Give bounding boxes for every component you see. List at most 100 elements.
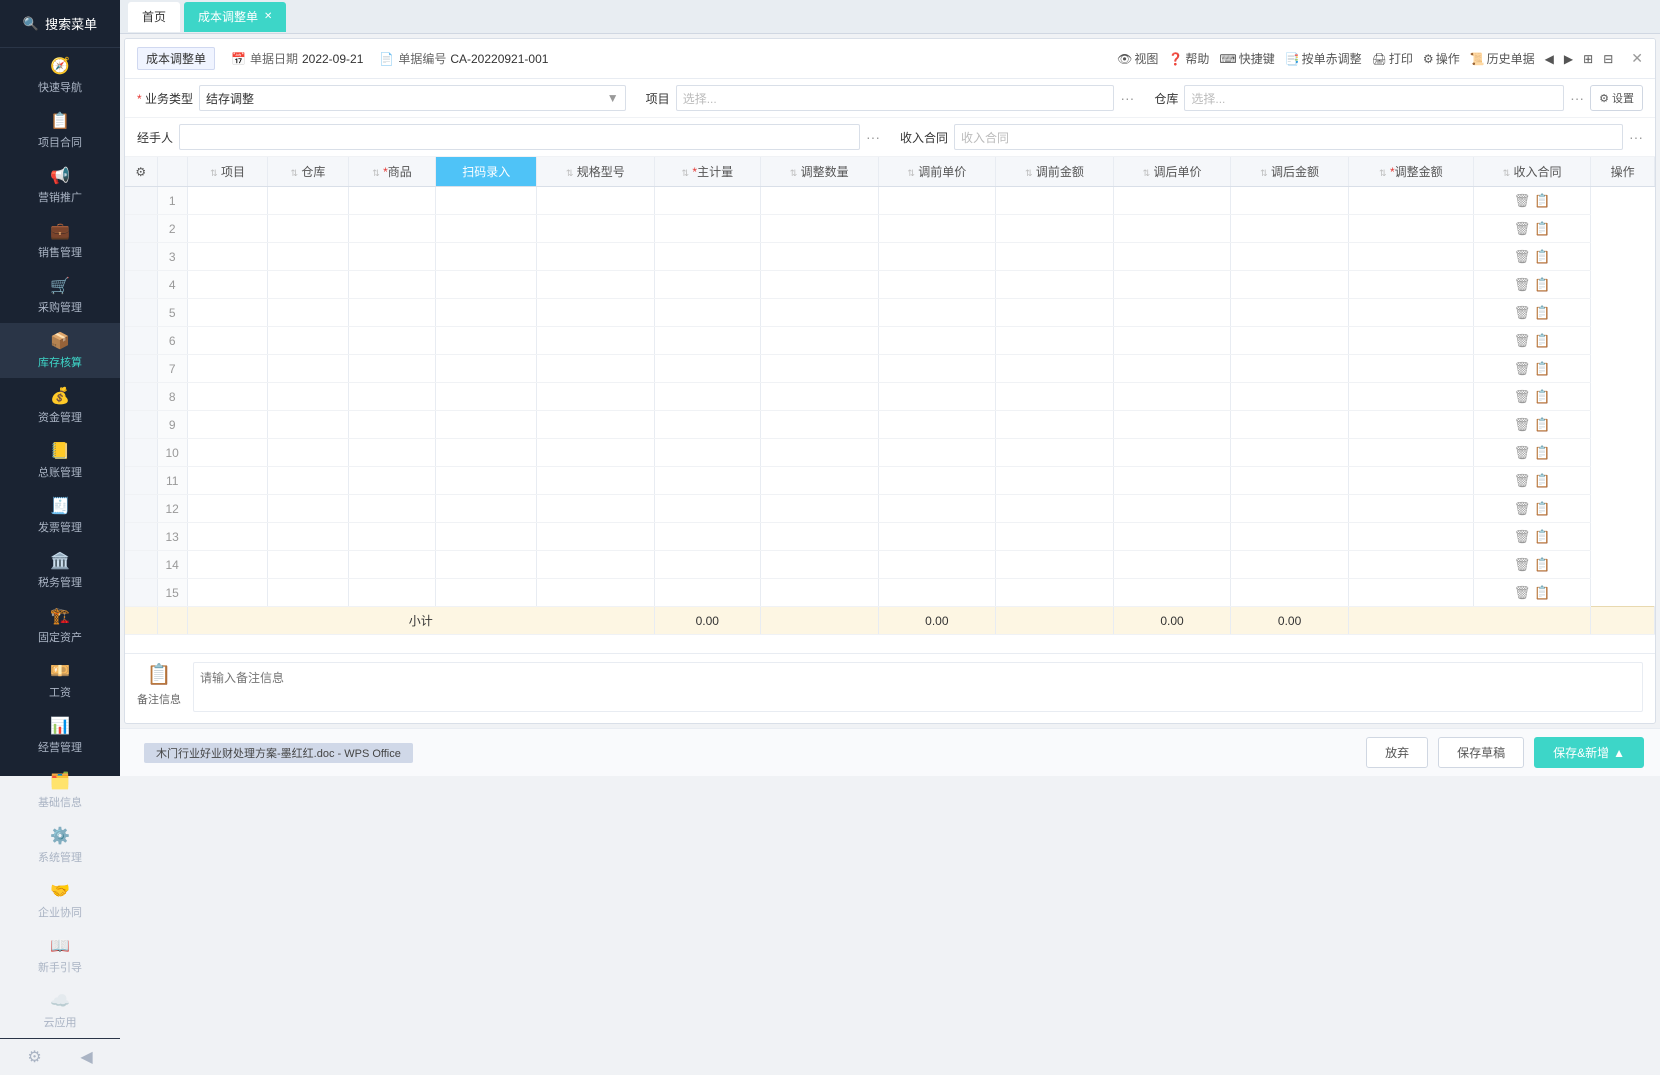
- sidebar-item-ledger[interactable]: 📒 总账管理: [0, 433, 120, 488]
- sidebar-item-ops[interactable]: 📊 经营管理: [0, 708, 120, 763]
- table-cell[interactable]: [1113, 467, 1231, 495]
- table-cell[interactable]: [1348, 439, 1473, 467]
- delete-icon[interactable]: 🗑: [1514, 221, 1531, 237]
- table-cell[interactable]: [537, 355, 655, 383]
- action-history[interactable]: 📜 历史单据: [1470, 50, 1535, 67]
- table-cell[interactable]: [1231, 411, 1349, 439]
- table-cell[interactable]: [760, 187, 878, 215]
- table-cell[interactable]: [760, 299, 878, 327]
- table-cell[interactable]: [760, 355, 878, 383]
- table-cell[interactable]: [878, 467, 996, 495]
- copy-icon[interactable]: 📋: [1534, 249, 1550, 265]
- notes-input[interactable]: [193, 662, 1643, 712]
- income-contract-dots[interactable]: ···: [1629, 129, 1643, 145]
- sidebar-item-asset[interactable]: 🏗️ 固定资产: [0, 598, 120, 653]
- table-cell[interactable]: [654, 411, 760, 439]
- table-cell[interactable]: [268, 327, 348, 355]
- table-cell[interactable]: [348, 299, 436, 327]
- table-cell[interactable]: [537, 327, 655, 355]
- table-cell[interactable]: [436, 271, 537, 299]
- table-cell[interactable]: [1231, 551, 1349, 579]
- table-cell[interactable]: [654, 439, 760, 467]
- table-cell[interactable]: [436, 467, 537, 495]
- table-cell[interactable]: [187, 523, 267, 551]
- table-cell[interactable]: [878, 327, 996, 355]
- table-cell[interactable]: [268, 495, 348, 523]
- table-cell[interactable]: [348, 523, 436, 551]
- delete-icon[interactable]: 🗑: [1514, 445, 1531, 461]
- table-cell[interactable]: [348, 383, 436, 411]
- table-cell[interactable]: [1231, 271, 1349, 299]
- table-cell[interactable]: [436, 215, 537, 243]
- table-cell[interactable]: [996, 411, 1114, 439]
- table-cell[interactable]: [1231, 215, 1349, 243]
- table-cell[interactable]: [436, 495, 537, 523]
- table-cell[interactable]: [348, 327, 436, 355]
- table-cell[interactable]: [187, 579, 267, 607]
- copy-icon[interactable]: 📋: [1534, 501, 1550, 517]
- copy-icon[interactable]: 📋: [1534, 417, 1550, 433]
- delete-icon[interactable]: 🗑: [1514, 361, 1531, 377]
- table-cell[interactable]: [760, 495, 878, 523]
- table-cell[interactable]: [268, 243, 348, 271]
- table-cell[interactable]: [1113, 551, 1231, 579]
- sidebar-item-marketing[interactable]: 📢 营销推广: [0, 158, 120, 213]
- sidebar-item-inventory[interactable]: 📦 库存核算: [0, 323, 120, 378]
- table-cell[interactable]: [996, 523, 1114, 551]
- copy-icon[interactable]: 📋: [1534, 389, 1550, 405]
- handler-dots[interactable]: ···: [866, 129, 880, 145]
- table-cell[interactable]: [436, 187, 537, 215]
- delete-icon[interactable]: 🗑: [1514, 501, 1531, 517]
- table-cell[interactable]: [187, 271, 267, 299]
- table-cell[interactable]: [1231, 355, 1349, 383]
- table-cell[interactable]: [654, 579, 760, 607]
- table-cell[interactable]: [1113, 523, 1231, 551]
- copy-icon[interactable]: 📋: [1534, 445, 1550, 461]
- sidebar-item-cloud[interactable]: ☁️ 云应用: [0, 983, 120, 1038]
- delete-icon[interactable]: 🗑: [1514, 305, 1531, 321]
- table-cell[interactable]: [436, 355, 537, 383]
- sidebar-item-sales[interactable]: 💼 销售管理: [0, 213, 120, 268]
- table-cell[interactable]: [268, 271, 348, 299]
- action-ops[interactable]: ⚙ 操作: [1423, 50, 1460, 67]
- table-cell[interactable]: [760, 215, 878, 243]
- biz-type-select[interactable]: 结存调整 ▼: [199, 85, 626, 111]
- table-cell[interactable]: [996, 271, 1114, 299]
- settings-button[interactable]: ⚙ 设置: [1590, 85, 1643, 111]
- copy-icon[interactable]: 📋: [1534, 305, 1550, 321]
- table-cell[interactable]: [436, 327, 537, 355]
- table-cell[interactable]: [996, 551, 1114, 579]
- table-cell[interactable]: [348, 439, 436, 467]
- action-help[interactable]: ❓ 帮助: [1168, 50, 1209, 67]
- table-cell[interactable]: [760, 523, 878, 551]
- table-cell[interactable]: [348, 187, 436, 215]
- table-cell[interactable]: [348, 551, 436, 579]
- income-contract-select[interactable]: 收入合同: [954, 124, 1623, 150]
- table-cell[interactable]: [187, 327, 267, 355]
- table-cell[interactable]: [436, 299, 537, 327]
- table-cell[interactable]: [878, 355, 996, 383]
- table-cell[interactable]: [760, 383, 878, 411]
- grid-icon[interactable]: ⊟: [1603, 52, 1613, 66]
- copy-icon[interactable]: 📋: [1534, 585, 1550, 601]
- table-cell[interactable]: [537, 467, 655, 495]
- sidebar-item-quick-nav[interactable]: 🧭 快速导航: [0, 48, 120, 103]
- table-cell[interactable]: [537, 439, 655, 467]
- sidebar-item-finance[interactable]: 💰 资金管理: [0, 378, 120, 433]
- table-cell[interactable]: [1231, 187, 1349, 215]
- table-cell[interactable]: [1231, 299, 1349, 327]
- table-cell[interactable]: [878, 383, 996, 411]
- table-cell[interactable]: [654, 299, 760, 327]
- table-cell[interactable]: [878, 551, 996, 579]
- table-cell[interactable]: [268, 467, 348, 495]
- sidebar-item-new-guide[interactable]: 📖 新手引导: [0, 928, 120, 983]
- table-cell[interactable]: [654, 467, 760, 495]
- table-cell[interactable]: [654, 495, 760, 523]
- table-cell[interactable]: [760, 243, 878, 271]
- table-cell[interactable]: [537, 299, 655, 327]
- tab-close-icon[interactable]: ✕: [264, 11, 272, 22]
- save-new-button[interactable]: 保存&新增 ▲: [1534, 737, 1644, 768]
- table-cell[interactable]: [1113, 355, 1231, 383]
- table-cell[interactable]: [878, 579, 996, 607]
- table-cell[interactable]: [878, 215, 996, 243]
